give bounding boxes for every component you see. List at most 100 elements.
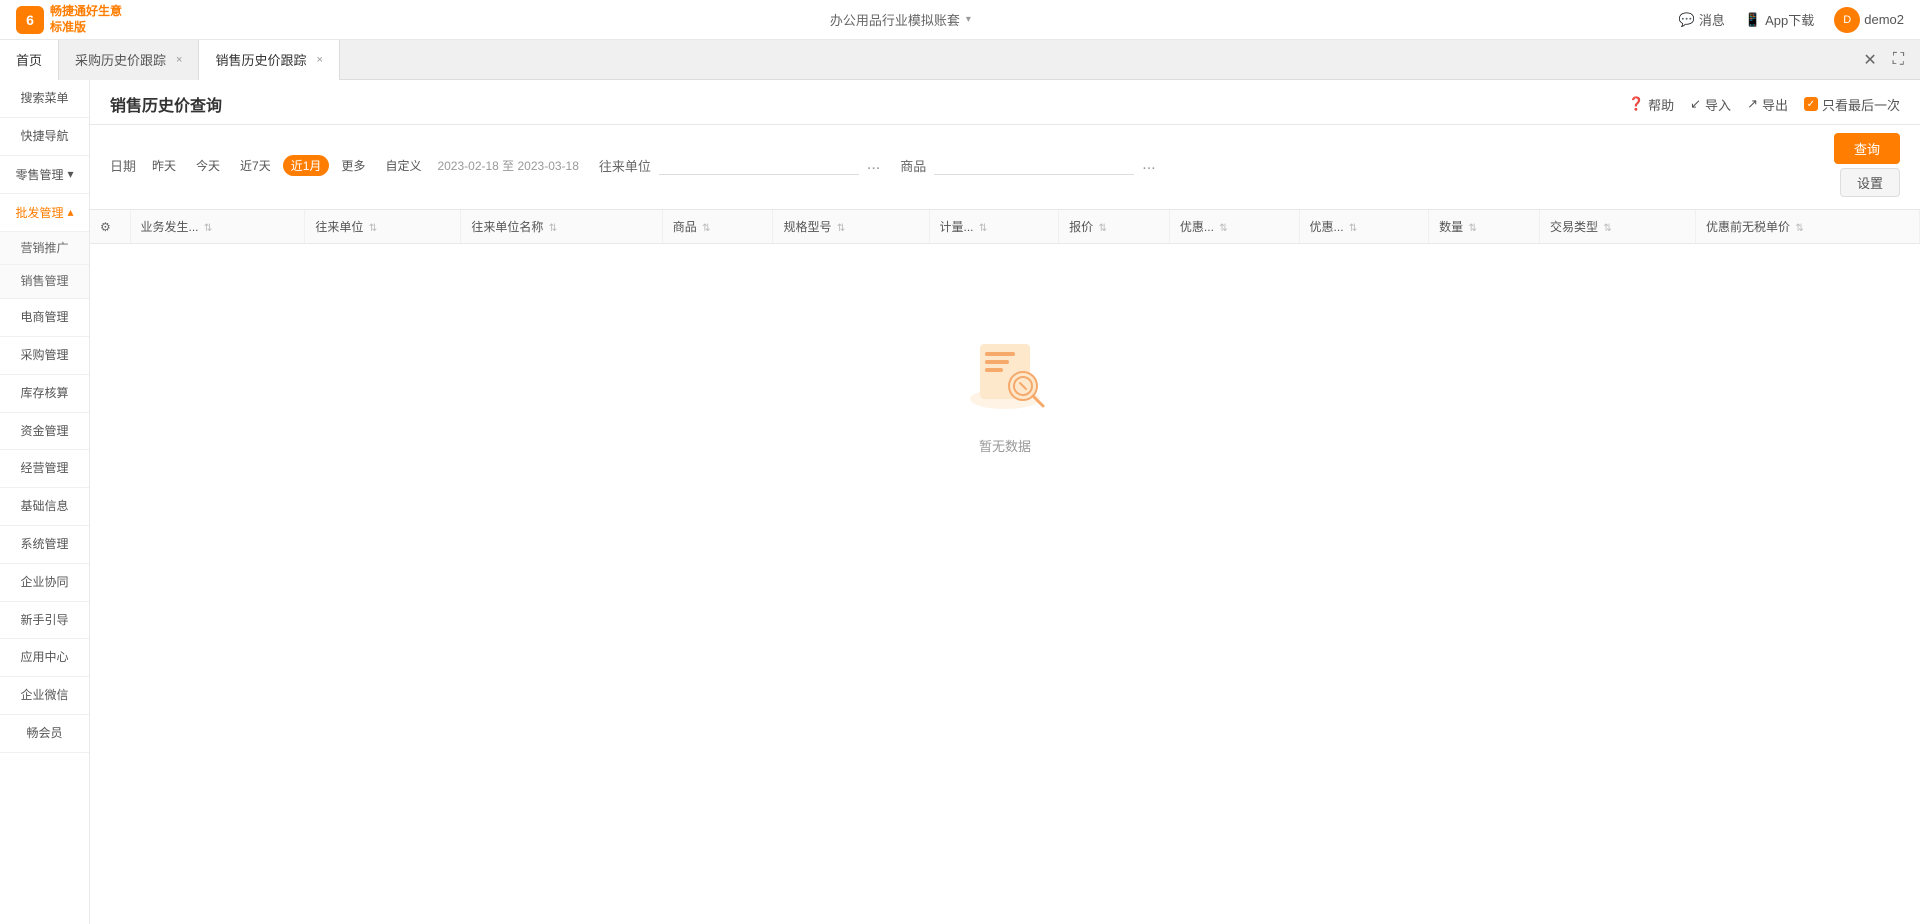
date-chip-today[interactable]: 今天: [188, 155, 228, 176]
sidebar-item-operations[interactable]: 经营管理: [0, 450, 89, 488]
main-layout: 搜索菜单 快捷导航 零售管理 ▾ 批发管理 ▴ 营销推广 销售管理 电商管理 采…: [0, 80, 1920, 924]
tab-bar: 首页 采购历史价跟踪 × 销售历史价跟踪 × ✕ ⛶: [0, 40, 1920, 80]
sidebar-item-retail[interactable]: 零售管理 ▾: [0, 156, 89, 194]
date-chip-last7[interactable]: 近7天: [232, 155, 279, 176]
sort-pretax-price-icon: ⇅: [1795, 223, 1803, 234]
wholesale-collapse-icon: ▴: [67, 205, 73, 219]
sort-discount2-icon: ⇅: [1349, 223, 1357, 234]
column-settings-icon[interactable]: ⚙: [100, 220, 111, 234]
date-filter-group: 日期 昨天 今天 近7天 近1月 更多 自定义 2023-02-18 至 202…: [110, 155, 579, 176]
sidebar-item-marketing[interactable]: 营销推广: [0, 232, 89, 266]
date-chip-custom[interactable]: 自定义: [377, 155, 429, 176]
sort-product-icon: ⇅: [702, 223, 710, 234]
tab-purchase-close-icon[interactable]: ×: [176, 54, 182, 66]
sidebar-item-app-center[interactable]: 应用中心: [0, 639, 89, 677]
sidebar-item-system[interactable]: 系统管理: [0, 526, 89, 564]
date-chip-more[interactable]: 更多: [333, 155, 373, 176]
sidebar-item-purchase[interactable]: 采购管理: [0, 337, 89, 375]
page-header-actions: ❓ 帮助 ↙ 导入 ↗ 导出 ✓ 只看最后一次: [1628, 95, 1900, 114]
tab-sales-history[interactable]: 销售历史价跟踪 ×: [199, 40, 339, 80]
th-gear: ⚙: [90, 210, 130, 244]
th-spec[interactable]: 规格型号 ⇅: [773, 210, 929, 244]
tab-sales-history-label: 销售历史价跟踪: [215, 50, 306, 69]
dropdown-arrow-icon[interactable]: ▾: [966, 14, 971, 25]
filter-bar: 日期 昨天 今天 近7天 近1月 更多 自定义 2023-02-18 至 202…: [90, 125, 1920, 210]
product-input[interactable]: [934, 155, 1134, 175]
sort-discount1-icon: ⇅: [1219, 223, 1227, 234]
partner-dots-button[interactable]: ...: [867, 156, 880, 174]
th-product[interactable]: 商品 ⇅: [662, 210, 773, 244]
product-dots-button[interactable]: ...: [1142, 156, 1155, 174]
retail-expand-icon: ▾: [67, 167, 73, 181]
partner-label: 往来单位: [599, 156, 651, 175]
page-title: 销售历史价查询: [110, 92, 222, 116]
sort-quote-icon: ⇅: [1099, 223, 1107, 234]
th-partner-code[interactable]: 往来单位 ⇅: [305, 210, 461, 244]
import-button[interactable]: ↙ 导入: [1690, 95, 1731, 114]
import-icon: ↙: [1690, 96, 1701, 112]
sidebar-item-shortcuts[interactable]: 快捷导航: [0, 118, 89, 156]
only-last-toggle[interactable]: ✓ 只看最后一次: [1804, 95, 1900, 114]
sort-biz-date-icon: ⇅: [204, 223, 212, 234]
th-partner-name[interactable]: 往来单位名称 ⇅: [461, 210, 662, 244]
sort-spec-icon: ⇅: [837, 223, 845, 234]
export-button[interactable]: ↗ 导出: [1747, 95, 1788, 114]
sidebar-item-wholesale[interactable]: 批发管理 ▴: [0, 194, 89, 232]
date-chip-last1m[interactable]: 近1月: [283, 155, 330, 176]
maximize-window-button[interactable]: ⛶: [1889, 47, 1908, 73]
th-discount2[interactable]: 优惠... ⇅: [1299, 210, 1429, 244]
table-header-row: ⚙ 业务发生... ⇅ 往来单位 ⇅ 往来单位名称 ⇅: [90, 210, 1920, 244]
sidebar-item-finance[interactable]: 资金管理: [0, 413, 89, 451]
settings-button[interactable]: 设置: [1840, 168, 1900, 197]
sort-unit-icon: ⇅: [979, 223, 987, 234]
tab-sales-close-icon[interactable]: ×: [316, 54, 322, 66]
sort-trade-type-icon: ⇅: [1603, 223, 1611, 234]
sidebar-item-wechat[interactable]: 企业微信: [0, 677, 89, 715]
tab-purchase-history[interactable]: 采购历史价跟踪 ×: [59, 40, 199, 80]
sidebar-item-enterprise[interactable]: 企业协同: [0, 564, 89, 602]
user-name: demo2: [1864, 12, 1904, 27]
th-biz-date[interactable]: 业务发生... ⇅: [130, 210, 305, 244]
th-pretax-price[interactable]: 优惠前无税单价 ⇅: [1695, 210, 1919, 244]
sidebar-item-ecommerce[interactable]: 电商管理: [0, 299, 89, 337]
logo-area: 6 畅捷通好生意 标准版: [16, 4, 122, 35]
th-quantity[interactable]: 数量 ⇅: [1429, 210, 1540, 244]
help-button[interactable]: ❓ 帮助: [1628, 95, 1674, 114]
tab-purchase-history-label: 采购历史价跟踪: [75, 50, 166, 69]
sidebar-item-guide[interactable]: 新手引导: [0, 602, 89, 640]
date-chip-yesterday[interactable]: 昨天: [144, 155, 184, 176]
sidebar-item-member[interactable]: 畅会员: [0, 715, 89, 753]
data-table: ⚙ 业务发生... ⇅ 往来单位 ⇅ 往来单位名称 ⇅: [90, 210, 1920, 244]
tab-window-actions: ✕ ⛶: [1859, 46, 1920, 74]
close-window-button[interactable]: ✕: [1859, 46, 1880, 74]
tab-home-label: 首页: [16, 50, 42, 69]
logo-text: 畅捷通好生意 标准版: [50, 4, 122, 35]
user-menu[interactable]: D demo2: [1834, 7, 1904, 33]
date-range-text: 2023-02-18 至 2023-03-18: [437, 157, 578, 174]
sidebar-item-search[interactable]: 搜索菜单: [0, 80, 89, 118]
partner-input[interactable]: [659, 155, 859, 175]
only-last-checkbox[interactable]: ✓: [1804, 97, 1818, 111]
table-header: ⚙ 业务发生... ⇅ 往来单位 ⇅ 往来单位名称 ⇅: [90, 210, 1920, 244]
th-trade-type[interactable]: 交易类型 ⇅: [1539, 210, 1695, 244]
th-quote[interactable]: 报价 ⇅: [1059, 210, 1170, 244]
sidebar-item-basic-info[interactable]: 基础信息: [0, 488, 89, 526]
content-area: 销售历史价查询 ❓ 帮助 ↙ 导入 ↗ 导出 ✓: [90, 80, 1920, 924]
page-title-row: 销售历史价查询 ❓ 帮助 ↙ 导入 ↗ 导出 ✓: [110, 92, 1900, 124]
top-bar-right: 💬 消息 📱 App下载 D demo2: [1679, 7, 1904, 33]
sidebar: 搜索菜单 快捷导航 零售管理 ▾ 批发管理 ▴ 营销推广 销售管理 电商管理 采…: [0, 80, 90, 924]
empty-icon: [955, 324, 1055, 424]
query-button[interactable]: 查询: [1834, 133, 1900, 164]
app-download-button[interactable]: 📱 App下载: [1745, 10, 1814, 29]
logo-icon: 6: [16, 6, 44, 34]
sidebar-item-sales-mgmt[interactable]: 销售管理: [0, 265, 89, 299]
help-icon: ❓: [1628, 96, 1644, 112]
sidebar-item-inventory[interactable]: 库存核算: [0, 375, 89, 413]
top-bar-center: 办公用品行业模拟账套 ▾: [830, 10, 971, 29]
th-discount1[interactable]: 优惠... ⇅: [1169, 210, 1299, 244]
table-wrapper: ⚙ 业务发生... ⇅ 往来单位 ⇅ 往来单位名称 ⇅: [90, 210, 1920, 924]
th-unit[interactable]: 计量... ⇅: [929, 210, 1059, 244]
message-button[interactable]: 💬 消息: [1679, 10, 1725, 29]
tab-home[interactable]: 首页: [0, 40, 59, 80]
filter-right-actions: 查询 设置: [1834, 133, 1900, 197]
